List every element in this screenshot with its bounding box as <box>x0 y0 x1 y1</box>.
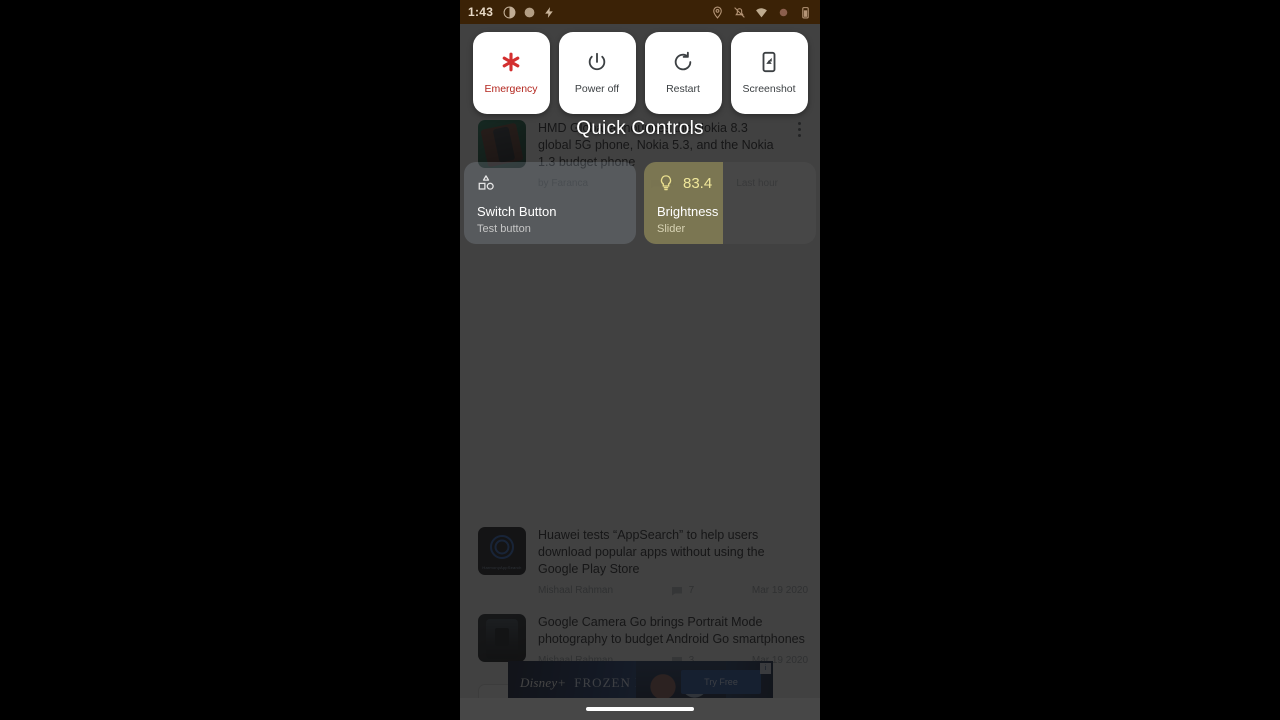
article-source: Mishaal Rahman <box>538 585 614 596</box>
control-status: Test button <box>477 223 531 235</box>
restart-icon <box>672 51 694 73</box>
ad-cta-button[interactable]: Try Free <box>681 670 761 694</box>
phone-screen: HMD Global announces the Nokia 8.3 globa… <box>460 0 820 720</box>
ad-brand-label: Disney+ <box>520 674 567 690</box>
quick-controls-title: Quick Controls <box>576 118 704 139</box>
comment-icon <box>671 586 683 596</box>
dot-notification-icon <box>523 6 536 19</box>
screenshot-button[interactable]: Screenshot <box>730 32 808 114</box>
notifications-off-icon <box>733 6 746 19</box>
article-time: Mar 19 2020 <box>751 585 809 596</box>
lightbulb-icon <box>657 174 675 192</box>
power-icon <box>586 51 608 73</box>
home-gesture-pill[interactable] <box>586 707 694 711</box>
power-off-button[interactable]: Power off <box>558 32 636 114</box>
shapes-icon <box>477 174 495 192</box>
emergency-label: Emergency <box>484 83 538 95</box>
control-name: Switch Button <box>477 204 557 219</box>
quick-controls-grid: Switch Button Test button 83.4 Brightnes… <box>460 162 820 244</box>
screenshot-label: Screenshot <box>742 83 796 95</box>
adchoices-icon[interactable]: i <box>760 663 771 674</box>
location-icon <box>711 6 724 19</box>
battery-icon <box>799 6 812 19</box>
screen-capture-frame: HMD Global announces the Nokia 8.3 globa… <box>0 0 1280 720</box>
screen-record-icon <box>503 6 516 19</box>
cell-signal-icon <box>777 6 790 19</box>
status-bar-clock: 1:43 <box>468 5 494 19</box>
article-thumbnail <box>478 614 526 662</box>
control-name: Brightness <box>657 204 719 219</box>
article-title[interactable]: Huawei tests “AppSearch” to help users d… <box>538 527 808 578</box>
restart-label: Restart <box>666 83 700 95</box>
article-meta: Mishaal Rahman 7 Mar 19 2020 <box>538 585 808 596</box>
screenshot-icon <box>758 51 780 73</box>
control-status: Slider <box>657 223 686 235</box>
wifi-icon <box>755 6 768 19</box>
charging-bolt-icon <box>543 6 556 19</box>
control-tile-brightness[interactable]: 83.4 Brightness Slider <box>644 162 816 244</box>
emergency-asterisk-icon <box>500 51 522 73</box>
article-title[interactable]: Google Camera Go brings Portrait Mode ph… <box>538 614 808 648</box>
article-comment-count: 7 <box>688 585 695 596</box>
gesture-nav-bar[interactable] <box>460 698 820 720</box>
status-bar: 1:43 <box>460 0 820 24</box>
article-thumbnail: HarmonyAppSearch <box>478 527 526 575</box>
power-menu[interactable]: Emergency Power off Restart Screenshot <box>460 32 820 114</box>
restart-button[interactable]: Restart <box>644 32 722 114</box>
emergency-button[interactable]: Emergency <box>472 32 550 114</box>
control-value: 83.4 <box>683 174 713 192</box>
list-item[interactable]: HarmonyAppSearch Huawei tests “AppSearch… <box>460 197 820 604</box>
power-off-label: Power off <box>574 83 620 95</box>
control-tile-switch-button[interactable]: Switch Button Test button <box>464 162 636 244</box>
